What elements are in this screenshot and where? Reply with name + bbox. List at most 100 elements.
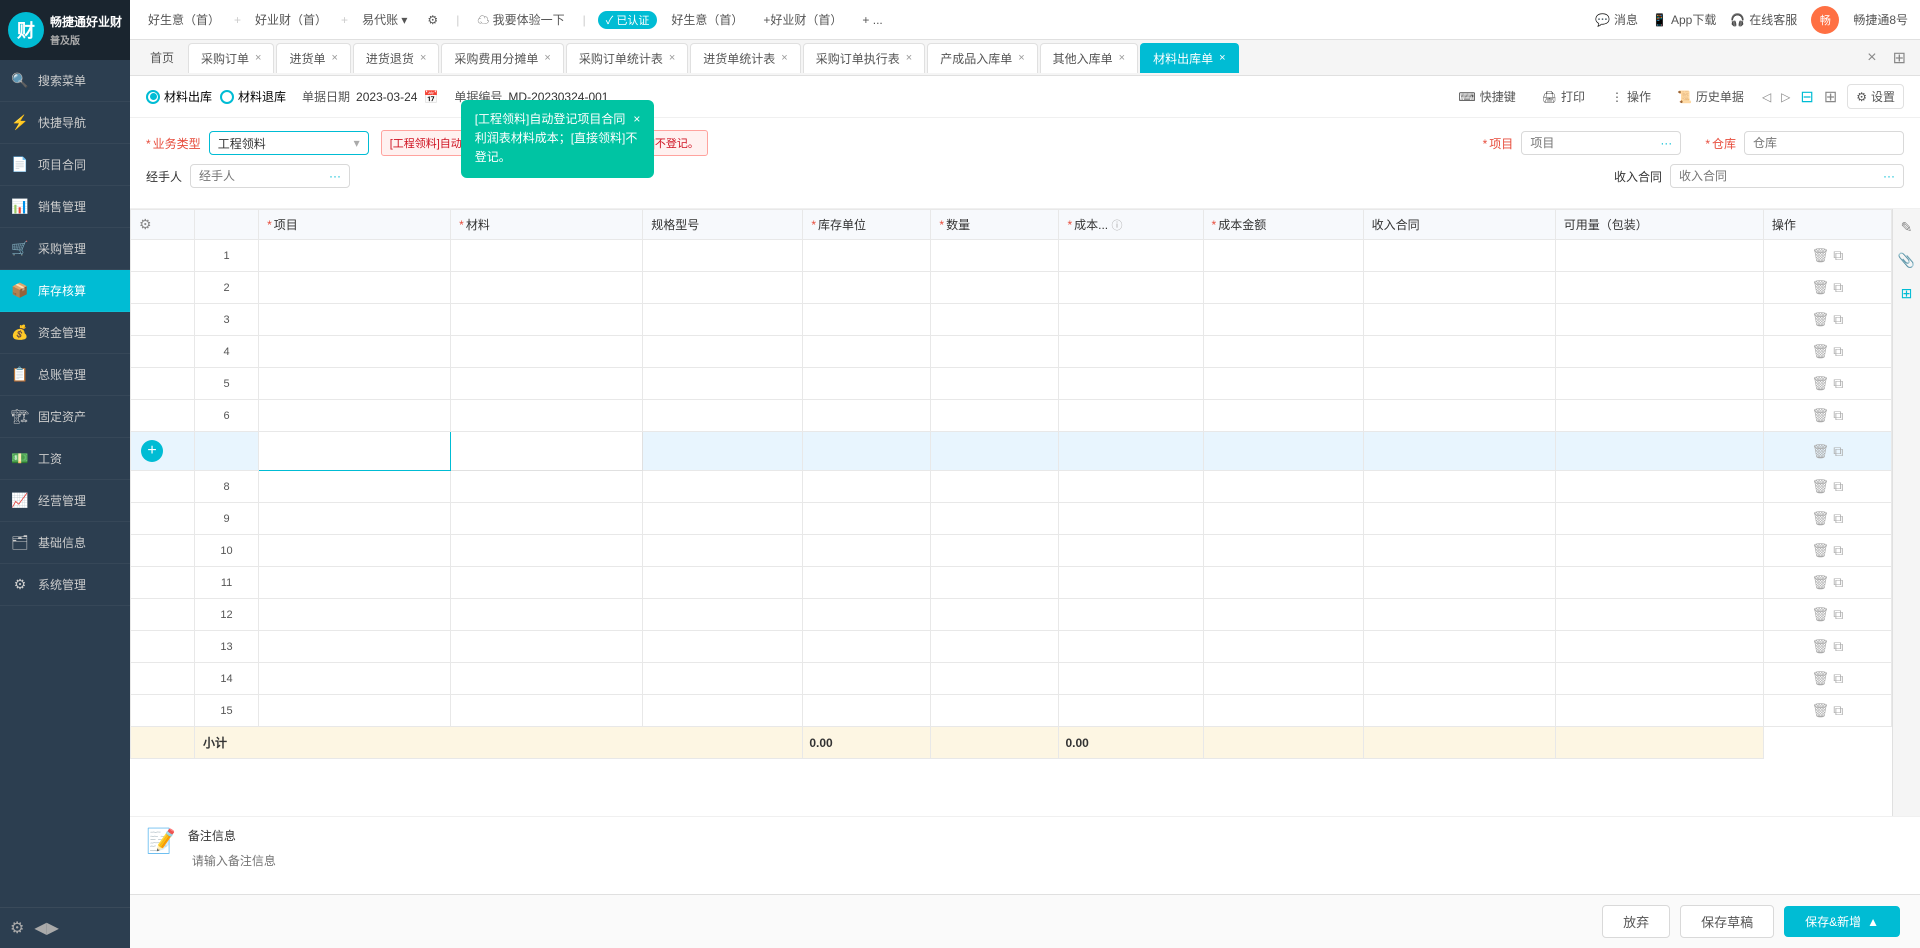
view-list-icon[interactable]: ⊟ — [1800, 87, 1813, 107]
tab-close-icon[interactable]: × — [669, 52, 675, 64]
row-quantity-cell[interactable] — [931, 432, 1059, 471]
row-unit-cell[interactable] — [803, 631, 931, 663]
print-btn[interactable]: 🖨 打印 — [1534, 85, 1593, 108]
history-btn[interactable]: 📜 历史单据 — [1669, 85, 1752, 108]
row-income-contract-cell[interactable] — [1363, 272, 1555, 304]
add-row-btn[interactable]: + — [141, 440, 163, 462]
row-income-contract-cell[interactable] — [1363, 304, 1555, 336]
row-project-cell[interactable] — [259, 304, 451, 336]
sidebar-item-ops[interactable]: 📈 经营管理 — [0, 480, 130, 522]
tab-finished-goods[interactable]: 产成品入库单 × — [927, 43, 1037, 73]
sidebar-item-project[interactable]: 📄 项目合同 — [0, 144, 130, 186]
nav-settings-icon[interactable]: ⚙ — [421, 9, 444, 31]
row-quantity-cell[interactable] — [931, 400, 1059, 432]
row-cost-price-cell[interactable] — [1059, 368, 1203, 400]
row-cost-price-cell[interactable] — [1059, 663, 1203, 695]
sidebar-item-basic[interactable]: 🗂 基础信息 — [0, 522, 130, 564]
row-unit-cell[interactable] — [803, 368, 931, 400]
save-new-btn[interactable]: 保存&新增 ▲ — [1784, 906, 1900, 937]
row-material-cell[interactable] — [451, 535, 643, 567]
delete-row-btn[interactable]: 🗑 — [1812, 478, 1830, 495]
topbar-message[interactable]: 💬 消息 — [1595, 11, 1638, 28]
delete-row-btn[interactable]: 🗑 — [1812, 670, 1830, 687]
copy-row-btn[interactable]: ⧉ — [1833, 478, 1843, 495]
copy-row-btn[interactable]: ⧉ — [1833, 638, 1843, 655]
row-project-cell[interactable] — [259, 272, 451, 304]
row-available-cell[interactable] — [1555, 535, 1763, 567]
project-dots-icon[interactable]: ··· — [1660, 136, 1672, 150]
nav-next-icon[interactable]: ▷ — [1781, 90, 1790, 104]
row-available-cell[interactable] — [1555, 663, 1763, 695]
row-material-cell[interactable] — [451, 631, 643, 663]
row-material-cell[interactable] — [451, 567, 643, 599]
row-material-cell[interactable] — [451, 304, 643, 336]
row-available-cell[interactable] — [1555, 368, 1763, 400]
row-cost-amount-cell[interactable] — [1203, 631, 1363, 663]
sidebar-item-payroll[interactable]: 💵 工资 — [0, 438, 130, 480]
row-unit-cell[interactable] — [803, 599, 931, 631]
row-cost-amount-cell[interactable] — [1203, 272, 1363, 304]
row-cost-price-cell[interactable] — [1059, 400, 1203, 432]
row-income-contract-cell[interactable] — [1363, 631, 1555, 663]
row-material-cell[interactable] — [451, 368, 643, 400]
row-material-cell[interactable] — [451, 272, 643, 304]
row-spec-cell[interactable] — [643, 471, 803, 503]
row-spec-cell[interactable] — [643, 567, 803, 599]
row-available-cell[interactable] — [1555, 304, 1763, 336]
row-income-contract-cell[interactable] — [1363, 471, 1555, 503]
tab-close-icon[interactable]: × — [906, 52, 912, 64]
row-spec-cell[interactable] — [643, 272, 803, 304]
tab-nav-icon[interactable]: ⊞ — [1887, 44, 1912, 72]
delete-row-btn[interactable]: 🗑 — [1812, 574, 1830, 591]
row-cost-amount-cell[interactable] — [1203, 535, 1363, 567]
delete-row-btn[interactable]: 🗑 — [1812, 247, 1830, 264]
calendar-icon[interactable]: 📅 — [423, 90, 438, 104]
radio-material-outbound[interactable]: 材料出库 — [146, 88, 212, 105]
row-available-cell[interactable] — [1555, 695, 1763, 727]
handler-input-wrapper[interactable]: ··· — [190, 164, 350, 188]
tab-incoming[interactable]: 进货单 × — [276, 43, 350, 73]
row-available-cell[interactable] — [1555, 471, 1763, 503]
row-available-cell[interactable] — [1555, 336, 1763, 368]
tab-close-icon[interactable]: × — [544, 52, 550, 64]
row-project-cell[interactable] — [259, 240, 451, 272]
copy-row-btn[interactable]: ⧉ — [1833, 343, 1843, 360]
row-income-contract-cell[interactable] — [1363, 695, 1555, 727]
tab-close-icon[interactable]: × — [781, 52, 787, 64]
row-cost-price-cell[interactable] — [1059, 432, 1203, 471]
row-unit-cell[interactable] — [803, 695, 931, 727]
row-cost-amount-cell[interactable] — [1203, 336, 1363, 368]
tab-purchase-order[interactable]: 采购订单 × — [188, 43, 274, 73]
row-project-cell[interactable] — [259, 400, 451, 432]
copy-row-btn[interactable]: ⧉ — [1833, 443, 1843, 460]
row-available-cell[interactable] — [1555, 631, 1763, 663]
row-project-cell[interactable] — [259, 471, 451, 503]
copy-row-btn[interactable]: ⧉ — [1833, 247, 1843, 264]
row-cost-amount-cell[interactable] — [1203, 695, 1363, 727]
handler-input[interactable] — [199, 169, 325, 183]
delete-row-btn[interactable]: 🗑 — [1812, 702, 1830, 719]
row-quantity-cell[interactable] — [931, 567, 1059, 599]
delete-row-btn[interactable]: 🗑 — [1812, 606, 1830, 623]
row-spec-cell[interactable] — [643, 432, 803, 471]
sidebar-item-system[interactable]: ⚙ 系统管理 — [0, 564, 130, 606]
row-spec-cell[interactable] — [643, 240, 803, 272]
tab-close-icon[interactable]: × — [255, 52, 261, 64]
delete-row-btn[interactable]: 🗑 — [1812, 542, 1830, 559]
row-cost-price-cell[interactable] — [1059, 535, 1203, 567]
row-quantity-cell[interactable] — [931, 240, 1059, 272]
row-cost-price-cell[interactable] — [1059, 695, 1203, 727]
right-panel-edit-icon[interactable]: ✎ — [1897, 213, 1917, 242]
row-spec-cell[interactable] — [643, 503, 803, 535]
row-quantity-cell[interactable] — [931, 631, 1059, 663]
row-project-cell[interactable] — [259, 535, 451, 567]
row-cost-amount-cell[interactable] — [1203, 503, 1363, 535]
row-material-cell[interactable] — [451, 400, 643, 432]
row-spec-cell[interactable] — [643, 599, 803, 631]
row-cost-price-cell[interactable] — [1059, 631, 1203, 663]
row-quantity-cell[interactable] — [931, 336, 1059, 368]
project-input-wrapper[interactable]: ··· — [1521, 131, 1681, 155]
warehouse-input-wrapper[interactable] — [1744, 131, 1904, 155]
nav-good-wealth-2[interactable]: +好业财（首） — [757, 7, 848, 32]
tab-incoming-return[interactable]: 进货退货 × — [353, 43, 439, 73]
